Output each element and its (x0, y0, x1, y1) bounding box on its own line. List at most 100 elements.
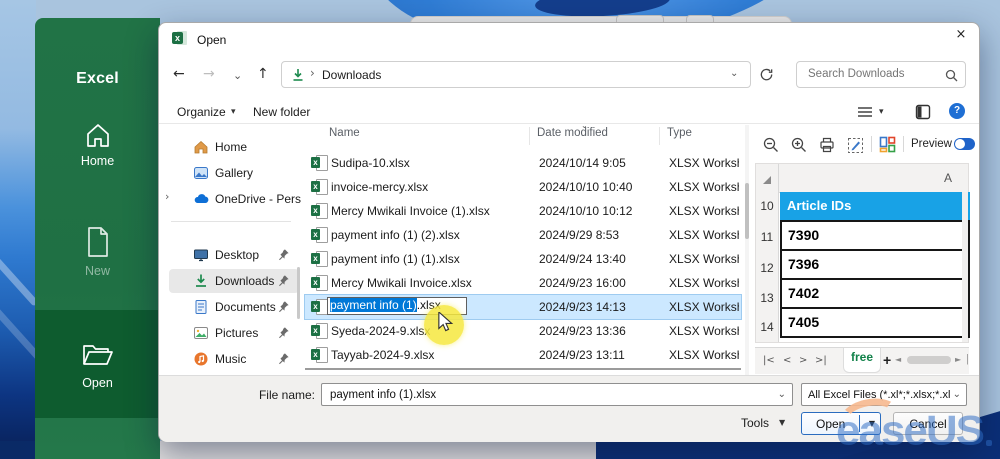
file-row[interactable]: x Mercy Mwikali Invoice (1).xlsx 2024/10… (305, 199, 741, 223)
nav-item-documents[interactable]: Documents (169, 295, 299, 319)
preview-toggle[interactable] (954, 138, 975, 150)
sheet-first-icon[interactable]: |< (763, 355, 775, 366)
new-folder-button[interactable]: New folder (253, 105, 310, 119)
file-row[interactable]: x Syeda-2024-9.xlsx 2024/9/23 13:36 XLSX… (305, 319, 741, 343)
excel-window-bottom-strip (160, 441, 596, 459)
file-row[interactable]: x Tayyab-2024-9.xlsx 2024/9/23 13:11 XLS… (305, 343, 741, 367)
file-row[interactable]: x Sudipa-10.xlsx 2024/10/14 9:05 XLSX Wo… (305, 151, 741, 175)
search-box[interactable] (796, 61, 966, 88)
backstage-item-new[interactable]: New (35, 264, 160, 278)
xlsx-file-icon: x (311, 251, 328, 267)
nav-pane-scrollbar[interactable] (297, 267, 300, 319)
nav-separator (171, 221, 291, 222)
address-bar[interactable]: › Downloads ⌄ (281, 61, 751, 88)
preview-toggle-label: Preview (911, 138, 952, 150)
column-header-type[interactable]: Type (667, 127, 692, 139)
file-row-selected[interactable]: x payment info (1).xlsx 2024/9/23 14:13 … (304, 294, 742, 320)
view-mode-icon[interactable] (857, 105, 873, 119)
close-button[interactable]: × (949, 28, 973, 48)
preview-pane-icon[interactable] (915, 104, 931, 120)
nav-item-pictures[interactable]: Pictures (169, 321, 299, 345)
watermark: easeUS (836, 407, 985, 454)
file-name-input[interactable] (328, 388, 772, 402)
sheet-scrollbar-thumb[interactable] (907, 356, 951, 364)
column-separator (659, 127, 660, 145)
view-mode-caret-icon[interactable]: ▾ (879, 108, 884, 117)
organize-caret-icon: ▾ (231, 107, 236, 117)
scroll-left-icon[interactable]: ◄ (895, 356, 901, 364)
file-row[interactable]: x payment info (1) (2).xlsx 2024/9/29 8:… (305, 223, 741, 247)
column-header-date[interactable]: Date modified (537, 127, 608, 139)
cell-article-ids[interactable]: Article IDs (780, 192, 970, 220)
file-list-scrollbar-thumb[interactable] (745, 183, 749, 239)
backstage-item-home[interactable]: Home (35, 154, 160, 168)
print-icon[interactable] (819, 137, 835, 153)
pin-icon (279, 249, 289, 261)
recent-locations-dropdown[interactable]: ⌄ (233, 70, 242, 81)
sheet-next-icon[interactable]: > (799, 355, 807, 366)
gallery-icon (194, 167, 208, 179)
preview-pane: Preview A 10 11 12 13 14 Article IDs 739… (753, 125, 979, 375)
sheet-header-row: A (756, 164, 968, 193)
gutter-line (778, 164, 779, 192)
back-button[interactable]: ← (173, 67, 185, 81)
nav-item-onedrive[interactable]: OneDrive - Pers (169, 187, 301, 211)
row-number: 13 (760, 291, 774, 305)
tools-caret-icon: ▼ (779, 418, 786, 427)
file-type-caret-icon: ⌄ (952, 389, 961, 400)
horizontal-scrollbar[interactable] (305, 368, 741, 370)
sheet-prev-icon[interactable]: < (783, 355, 791, 366)
file-list-scrollbar-track[interactable] (745, 125, 749, 375)
address-dropdown-icon[interactable]: ⌄ (730, 69, 738, 79)
pin-icon (279, 301, 289, 313)
xlsx-file-icon: x (311, 299, 328, 315)
nav-item-gallery[interactable]: Gallery (169, 161, 299, 185)
tools-button[interactable]: Tools (741, 416, 769, 430)
nav-item-music[interactable]: Music (169, 347, 299, 371)
desktop-icon (194, 249, 208, 262)
nav-item-desktop[interactable]: Desktop (169, 243, 299, 267)
organize-button[interactable]: Organize (177, 105, 226, 119)
zoom-out-icon[interactable] (763, 137, 779, 153)
nav-item-home[interactable]: Home (169, 135, 299, 159)
file-row[interactable]: x payment info (1) (1).xlsx 2024/9/24 13… (305, 247, 741, 271)
search-input[interactable] (806, 67, 950, 81)
toolbar-divider (903, 136, 904, 152)
app-grid-icon[interactable] (879, 136, 896, 153)
crumb-separator: › (310, 66, 315, 80)
xlsx-file-icon: x (311, 323, 328, 339)
nav-item-downloads-selected[interactable]: Downloads (169, 269, 299, 293)
mouse-cursor (438, 312, 454, 332)
sheet-tab[interactable]: free (843, 348, 881, 373)
file-row[interactable]: x Mercy Mwikali Invoice.xlsx 2024/9/23 1… (305, 271, 741, 295)
breadcrumb[interactable]: Downloads (322, 68, 381, 82)
help-button[interactable]: ? (949, 103, 965, 119)
cell-value[interactable]: 7396 (780, 249, 970, 280)
select-all-corner[interactable] (763, 176, 771, 184)
cell-value[interactable]: 7405 (780, 307, 970, 338)
add-sheet-button[interactable]: + (883, 352, 891, 368)
xlsx-file-icon: x (311, 275, 328, 291)
edit-icon[interactable] (847, 137, 864, 154)
cell-value[interactable]: 7390 (780, 220, 970, 251)
xlsx-file-icon: x (311, 347, 328, 363)
forward-button[interactable]: → (203, 67, 215, 81)
file-row[interactable]: x invoice-mercy.xlsx 2024/10/10 10:40 XL… (305, 175, 741, 199)
backstage-item-open[interactable]: Open (35, 376, 160, 390)
column-header-name[interactable]: Name (329, 127, 360, 139)
open-folder-icon (83, 345, 113, 365)
file-name-field[interactable]: ⌄ (321, 383, 793, 406)
zoom-in-icon[interactable] (791, 137, 807, 153)
refresh-icon[interactable] (759, 67, 774, 82)
xlsx-file-icon: x (311, 179, 328, 195)
preview-scrollbar-track[interactable] (962, 192, 968, 342)
column-a-header[interactable]: A (944, 171, 952, 185)
up-button[interactable]: ↑ (257, 67, 269, 81)
toolbar-separator (159, 123, 979, 124)
downloads-crumb-icon (293, 69, 303, 81)
scroll-right-icon[interactable]: ► (955, 356, 961, 364)
file-name-dropdown-icon[interactable]: ⌄ (778, 390, 786, 400)
pictures-icon (194, 327, 208, 339)
cell-value[interactable]: 7402 (780, 278, 970, 309)
sheet-last-icon[interactable]: >| (815, 355, 827, 366)
